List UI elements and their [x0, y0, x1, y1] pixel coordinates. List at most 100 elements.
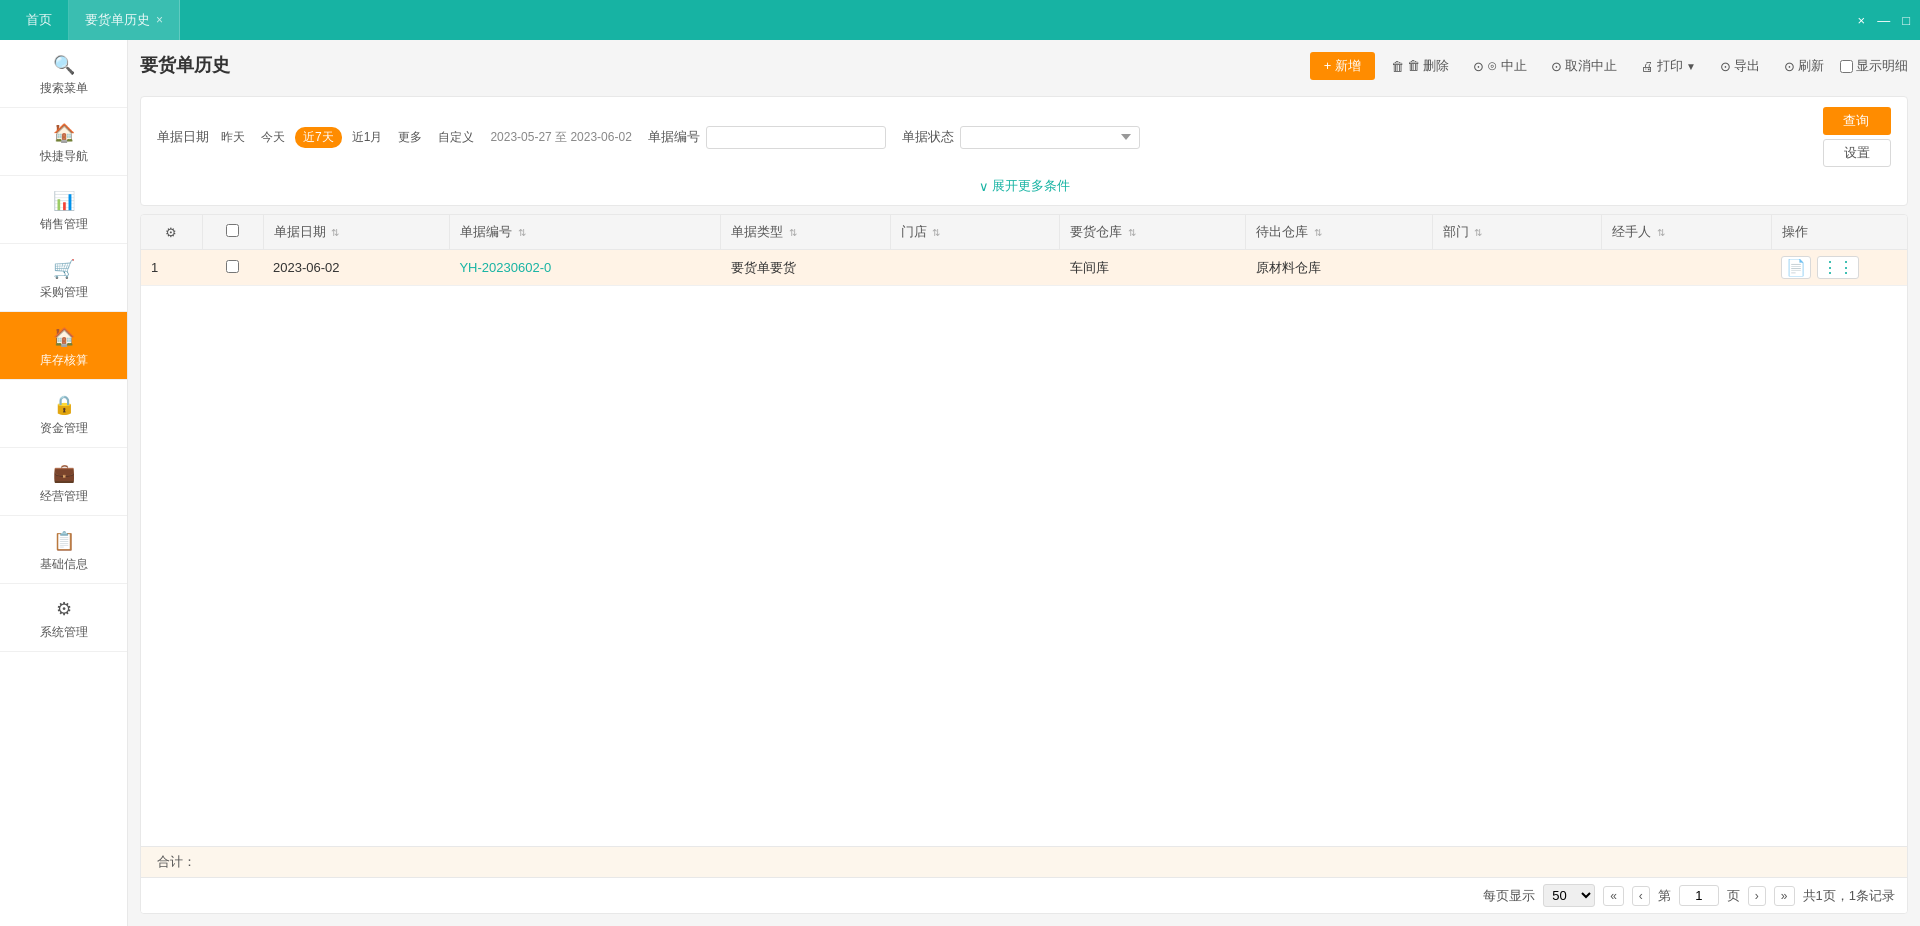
first-page-btn[interactable]: «	[1603, 886, 1624, 906]
tab-list: 首页 要货单历史 ×	[10, 0, 180, 40]
cancel-stop-button[interactable]: ⊙ 取消中止	[1543, 53, 1625, 79]
sidebar: 🔍 搜索菜单 🏠 快捷导航 📊 销售管理 🛒 采购管理 🏠 库存核算 🔒 资金管…	[0, 40, 128, 926]
handler-col-header[interactable]: 经手人 ⇅	[1602, 215, 1771, 250]
table-header-row: ⚙ 单据日期 ⇅ 单据编号 ⇅	[141, 215, 1907, 250]
purchase-icon: 🛒	[53, 258, 75, 280]
row-warehouse: 车间库	[1060, 250, 1246, 286]
date-btn-custom[interactable]: 自定义	[432, 127, 480, 148]
window-maximize-btn[interactable]: □	[1902, 13, 1910, 28]
refresh-button[interactable]: ⊙ 刷新	[1776, 53, 1832, 79]
date-btn-last7days[interactable]: 近7天	[295, 127, 342, 148]
tab-close-icon[interactable]: ×	[156, 13, 163, 27]
row-edit-btn[interactable]: 📄	[1781, 256, 1811, 279]
dept-col-header[interactable]: 部门 ⇅	[1432, 215, 1601, 250]
last-page-btn[interactable]: »	[1774, 886, 1795, 906]
inventory-icon: 🏠	[53, 326, 75, 348]
check-col-header[interactable]	[202, 215, 263, 250]
row-date: 2023-06-02	[263, 250, 449, 286]
pending-col-header[interactable]: 待出仓库 ⇅	[1246, 215, 1432, 250]
status-filter: 单据状态	[902, 126, 1140, 149]
stop-icon: ⊙	[1473, 59, 1484, 74]
print-icon: 🖨	[1641, 59, 1654, 74]
new-button[interactable]: + 新增	[1310, 52, 1375, 80]
pagination-area: 每页显示 50 20 100 « ‹ 第 页 › » 共1页，1条记录	[141, 877, 1907, 913]
delete-icon: 🗑	[1391, 59, 1404, 74]
type-sort-icon: ⇅	[789, 227, 797, 238]
date-sort-icon: ⇅	[331, 227, 339, 238]
sidebar-item-basic-info[interactable]: 📋 基础信息	[0, 516, 127, 584]
page-number-input[interactable]	[1679, 885, 1719, 906]
next-page-btn[interactable]: ›	[1748, 886, 1766, 906]
date-btn-today[interactable]: 今天	[255, 127, 291, 148]
row-check[interactable]	[202, 250, 263, 286]
warehouse-col-header[interactable]: 要货仓库 ⇅	[1060, 215, 1246, 250]
date-btn-yesterday[interactable]: 昨天	[215, 127, 251, 148]
settings-col-header[interactable]: ⚙	[141, 215, 202, 250]
toolbar: + 新增 🗑 🗑 删除 ⊙ ⊙ 中止 ⊙ 取消中止 🖨 打印 ▼	[1310, 52, 1908, 80]
export-button[interactable]: ⊙ 导出	[1712, 53, 1768, 79]
page-title: 要货单历史	[140, 53, 230, 77]
main-layout: 🔍 搜索菜单 🏠 快捷导航 📊 销售管理 🛒 采购管理 🏠 库存核算 🔒 资金管…	[0, 40, 1920, 926]
sidebar-item-purchase[interactable]: 🛒 采购管理	[0, 244, 127, 312]
sidebar-item-sales[interactable]: 📊 销售管理	[0, 176, 127, 244]
no-sort-icon: ⇅	[518, 227, 526, 238]
doc-no-filter: 单据编号	[648, 126, 886, 149]
operations-icon: 💼	[53, 462, 75, 484]
table-container: ⚙ 单据日期 ⇅ 单据编号 ⇅	[140, 214, 1908, 914]
date-btn-last1month[interactable]: 近1月	[346, 127, 389, 148]
type-col-header[interactable]: 单据类型 ⇅	[721, 215, 890, 250]
content-area: 要货单历史 + 新增 🗑 🗑 删除 ⊙ ⊙ 中止 ⊙ 取消中止 🖨 打印	[128, 40, 1920, 926]
stop-button[interactable]: ⊙ ⊙ 中止	[1465, 53, 1535, 79]
expand-filter-btn[interactable]: ∨ 展开更多条件	[979, 177, 1070, 195]
row-pending: 原材料仓库	[1246, 250, 1432, 286]
sidebar-item-search-menu[interactable]: 🔍 搜索菜单	[0, 40, 127, 108]
query-button[interactable]: 查询	[1823, 107, 1891, 135]
row-more-btn[interactable]: ⋮⋮	[1817, 256, 1859, 279]
print-dropdown-icon: ▼	[1686, 61, 1696, 72]
window-minimize-btn[interactable]: —	[1877, 13, 1890, 28]
window-close-btn[interactable]: ×	[1858, 13, 1866, 28]
print-button[interactable]: 🖨 打印 ▼	[1633, 53, 1704, 79]
expand-icon: ∨	[979, 179, 989, 194]
doc-no-input[interactable]	[706, 126, 886, 149]
row-dept	[1432, 250, 1601, 286]
settings-button[interactable]: 设置	[1823, 139, 1891, 167]
tab-home[interactable]: 首页	[10, 0, 69, 40]
system-icon: ⚙	[56, 598, 72, 620]
date-btn-more[interactable]: 更多	[392, 127, 428, 148]
status-select[interactable]	[960, 126, 1140, 149]
top-bar: 首页 要货单历史 × × — □	[0, 0, 1920, 40]
date-button-group: 昨天 今天 近7天 近1月 更多 自定义	[215, 127, 480, 148]
cancel-stop-icon: ⊙	[1551, 59, 1562, 74]
sidebar-item-operations[interactable]: 💼 经营管理	[0, 448, 127, 516]
per-page-select[interactable]: 50 20 100	[1543, 884, 1595, 907]
show-detail-toggle[interactable]: 显示明细	[1840, 57, 1908, 75]
shop-col-header[interactable]: 门店 ⇅	[890, 215, 1059, 250]
select-all-checkbox[interactable]	[226, 224, 239, 237]
tab-history[interactable]: 要货单历史 ×	[69, 0, 180, 40]
export-icon: ⊙	[1720, 59, 1731, 74]
data-table: ⚙ 单据日期 ⇅ 单据编号 ⇅	[141, 215, 1907, 286]
row-actions: 📄 ⋮⋮	[1771, 250, 1907, 286]
table-row: 1 2023-06-02 YH-20230602-0 要货单要货 车间库 原材料…	[141, 250, 1907, 286]
sidebar-item-system[interactable]: ⚙ 系统管理	[0, 584, 127, 652]
no-col-header[interactable]: 单据编号 ⇅	[449, 215, 720, 250]
settings-gear-icon: ⚙	[165, 225, 177, 240]
row-no: YH-20230602-0	[449, 250, 720, 286]
shop-sort-icon: ⇅	[932, 227, 940, 238]
row-checkbox[interactable]	[226, 260, 239, 273]
search-menu-icon: 🔍	[53, 54, 75, 76]
date-col-header[interactable]: 单据日期 ⇅	[263, 215, 449, 250]
delete-button[interactable]: 🗑 🗑 删除	[1383, 53, 1458, 79]
sidebar-item-inventory[interactable]: 🏠 库存核算	[0, 312, 127, 380]
dept-sort-icon: ⇅	[1474, 227, 1482, 238]
prev-page-btn[interactable]: ‹	[1632, 886, 1650, 906]
row-no-link[interactable]: YH-20230602-0	[459, 260, 551, 275]
filter-area: 单据日期 昨天 今天 近7天 近1月 更多 自定义 2023-05-27 至 2…	[140, 96, 1908, 206]
finance-icon: 🔒	[53, 394, 75, 416]
row-shop	[890, 250, 1059, 286]
sidebar-item-quick-nav[interactable]: 🏠 快捷导航	[0, 108, 127, 176]
show-detail-checkbox[interactable]	[1840, 60, 1853, 73]
sidebar-item-finance[interactable]: 🔒 资金管理	[0, 380, 127, 448]
basic-info-icon: 📋	[53, 530, 75, 552]
